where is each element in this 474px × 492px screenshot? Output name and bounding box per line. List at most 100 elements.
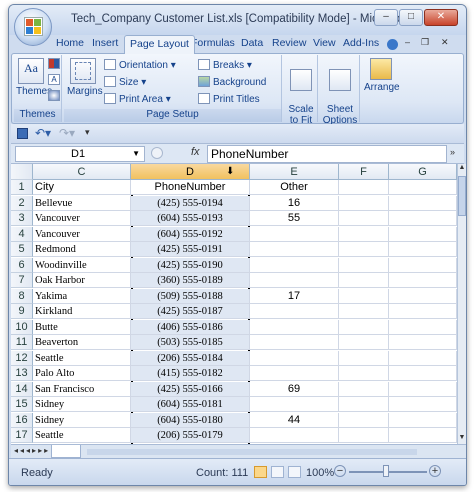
- cell-phone[interactable]: (415) 555-0182: [131, 366, 250, 381]
- tab-view[interactable]: View: [313, 37, 336, 49]
- empty-cell[interactable]: [389, 381, 457, 397]
- cell-phone[interactable]: (425) 555-0187: [131, 304, 250, 319]
- row-header[interactable]: 6: [11, 257, 33, 273]
- cell-other[interactable]: [250, 226, 339, 242]
- cell-city[interactable]: San Francisco: [33, 381, 131, 397]
- cell-phone[interactable]: (206) 555-0179: [131, 428, 250, 443]
- background-button[interactable]: Background: [198, 75, 266, 90]
- page-layout-view-icon[interactable]: [271, 466, 284, 478]
- empty-cell[interactable]: [339, 257, 389, 273]
- normal-view-icon[interactable]: [254, 466, 267, 478]
- cell-phone[interactable]: (425) 555-0194: [131, 195, 250, 211]
- column-header-c[interactable]: C: [33, 164, 131, 180]
- tab-home[interactable]: Home: [56, 37, 84, 49]
- expand-formula-bar-icon[interactable]: »: [450, 147, 455, 157]
- header-cell-phone[interactable]: PhoneNumber: [131, 180, 250, 195]
- empty-cell[interactable]: [339, 412, 389, 428]
- row-header[interactable]: 17: [11, 428, 33, 443]
- cell-other[interactable]: 17: [250, 288, 339, 304]
- tab-add-ins[interactable]: Add-Ins: [343, 37, 379, 49]
- scroll-thumb[interactable]: [458, 176, 466, 216]
- cell-phone[interactable]: (604) 555-0193: [131, 211, 250, 226]
- cell-phone[interactable]: (206) 555-0184: [131, 350, 250, 366]
- scroll-up-icon[interactable]: ▲: [458, 164, 466, 174]
- cell-other[interactable]: 44: [250, 412, 339, 428]
- horizontal-scrollbar[interactable]: [87, 449, 417, 455]
- header-cell-other[interactable]: Other: [250, 180, 339, 195]
- cell-city[interactable]: Palo Alto: [33, 366, 131, 381]
- cell-city[interactable]: Vancouver: [33, 226, 131, 242]
- empty-cell[interactable]: [339, 366, 389, 381]
- empty-cell[interactable]: [339, 428, 389, 443]
- empty-cell[interactable]: [389, 242, 457, 257]
- empty-cell[interactable]: [339, 381, 389, 397]
- empty-cell[interactable]: [389, 180, 457, 195]
- empty-cell[interactable]: [389, 319, 457, 335]
- zoom-out-icon[interactable]: −: [334, 465, 346, 477]
- maximize-button[interactable]: □: [399, 9, 423, 26]
- cell-city[interactable]: Beaverton: [33, 335, 131, 350]
- margins-button[interactable]: Margins: [67, 58, 103, 97]
- row-header[interactable]: 13: [11, 366, 33, 381]
- zoom-in-icon[interactable]: +: [429, 465, 441, 477]
- empty-cell[interactable]: [389, 226, 457, 242]
- cell-other[interactable]: [250, 319, 339, 335]
- cancel-entry-icon[interactable]: [151, 147, 163, 159]
- empty-cell[interactable]: [339, 226, 389, 242]
- row-header[interactable]: 1: [11, 180, 33, 195]
- cell-city[interactable]: Seattle: [33, 428, 131, 443]
- tab-formulas[interactable]: Formulas: [191, 37, 235, 49]
- empty-cell[interactable]: [339, 319, 389, 335]
- cell-phone[interactable]: (425) 555-0190: [131, 257, 250, 273]
- row-header[interactable]: 7: [11, 273, 33, 288]
- close-button[interactable]: ✕: [424, 9, 458, 26]
- cell-city[interactable]: Oak Harbor: [33, 273, 131, 288]
- page-break-view-icon[interactable]: [288, 466, 301, 478]
- row-header[interactable]: 10: [11, 319, 33, 335]
- arrange-button[interactable]: Arrange: [364, 58, 400, 93]
- customize-toolbar-icon[interactable]: ▾: [85, 127, 90, 138]
- breaks-button[interactable]: Breaks ▾: [198, 58, 252, 73]
- cell-other[interactable]: [250, 304, 339, 319]
- scroll-down-icon[interactable]: ▼: [458, 434, 466, 444]
- undo-icon[interactable]: ↶▾: [35, 126, 51, 140]
- row-header[interactable]: 15: [11, 397, 33, 412]
- cell-phone[interactable]: (425) 555-0191: [131, 242, 250, 257]
- zoom-level[interactable]: 100%: [306, 467, 334, 479]
- row-header[interactable]: 5: [11, 242, 33, 257]
- zoom-slider-thumb[interactable]: [383, 465, 389, 477]
- cell-other[interactable]: [250, 257, 339, 273]
- cell-phone[interactable]: (604) 555-0192: [131, 226, 250, 242]
- scale-to-fit-button[interactable]: Scale to Fit: [286, 58, 316, 126]
- column-header-d[interactable]: D ⬇: [131, 164, 250, 180]
- redo-icon[interactable]: ↷▾: [59, 126, 75, 140]
- sheet-options-button[interactable]: Sheet Options: [322, 58, 358, 126]
- row-header[interactable]: 8: [11, 288, 33, 304]
- cell-phone[interactable]: (406) 555-0186: [131, 319, 250, 335]
- worksheet-grid[interactable]: C D ⬇ E F G 1 City PhoneNumber Other 2 Bellevu…: [11, 164, 457, 444]
- size-button[interactable]: Size ▾: [104, 75, 146, 90]
- cell-phone[interactable]: (604) 555-0180: [131, 412, 250, 428]
- empty-cell[interactable]: [389, 412, 457, 428]
- office-button[interactable]: [14, 8, 52, 46]
- cell-city[interactable]: Vancouver: [33, 211, 131, 226]
- theme-colors-icon[interactable]: [48, 58, 60, 69]
- cell-other[interactable]: 55: [250, 211, 339, 226]
- row-header[interactable]: 14: [11, 381, 33, 397]
- column-header-f[interactable]: F: [339, 164, 389, 180]
- tab-page-layout[interactable]: Page Layout: [124, 35, 195, 54]
- cell-other[interactable]: 69: [250, 381, 339, 397]
- empty-cell[interactable]: [339, 195, 389, 211]
- empty-cell[interactable]: [339, 335, 389, 350]
- cell-phone[interactable]: (509) 555-0188: [131, 288, 250, 304]
- cell-city[interactable]: Redmond: [33, 242, 131, 257]
- cell-phone[interactable]: (360) 555-0189: [131, 273, 250, 288]
- ribbon-close-icon[interactable]: ✕: [441, 37, 449, 48]
- empty-cell[interactable]: [389, 428, 457, 443]
- vertical-scrollbar[interactable]: ▲ ▼: [457, 164, 466, 444]
- ribbon-minimize-icon[interactable]: –: [405, 37, 410, 47]
- tab-insert[interactable]: Insert: [92, 37, 118, 49]
- cell-city[interactable]: Woodinville: [33, 257, 131, 273]
- empty-cell[interactable]: [389, 304, 457, 319]
- cell-phone[interactable]: (604) 555-0181: [131, 397, 250, 412]
